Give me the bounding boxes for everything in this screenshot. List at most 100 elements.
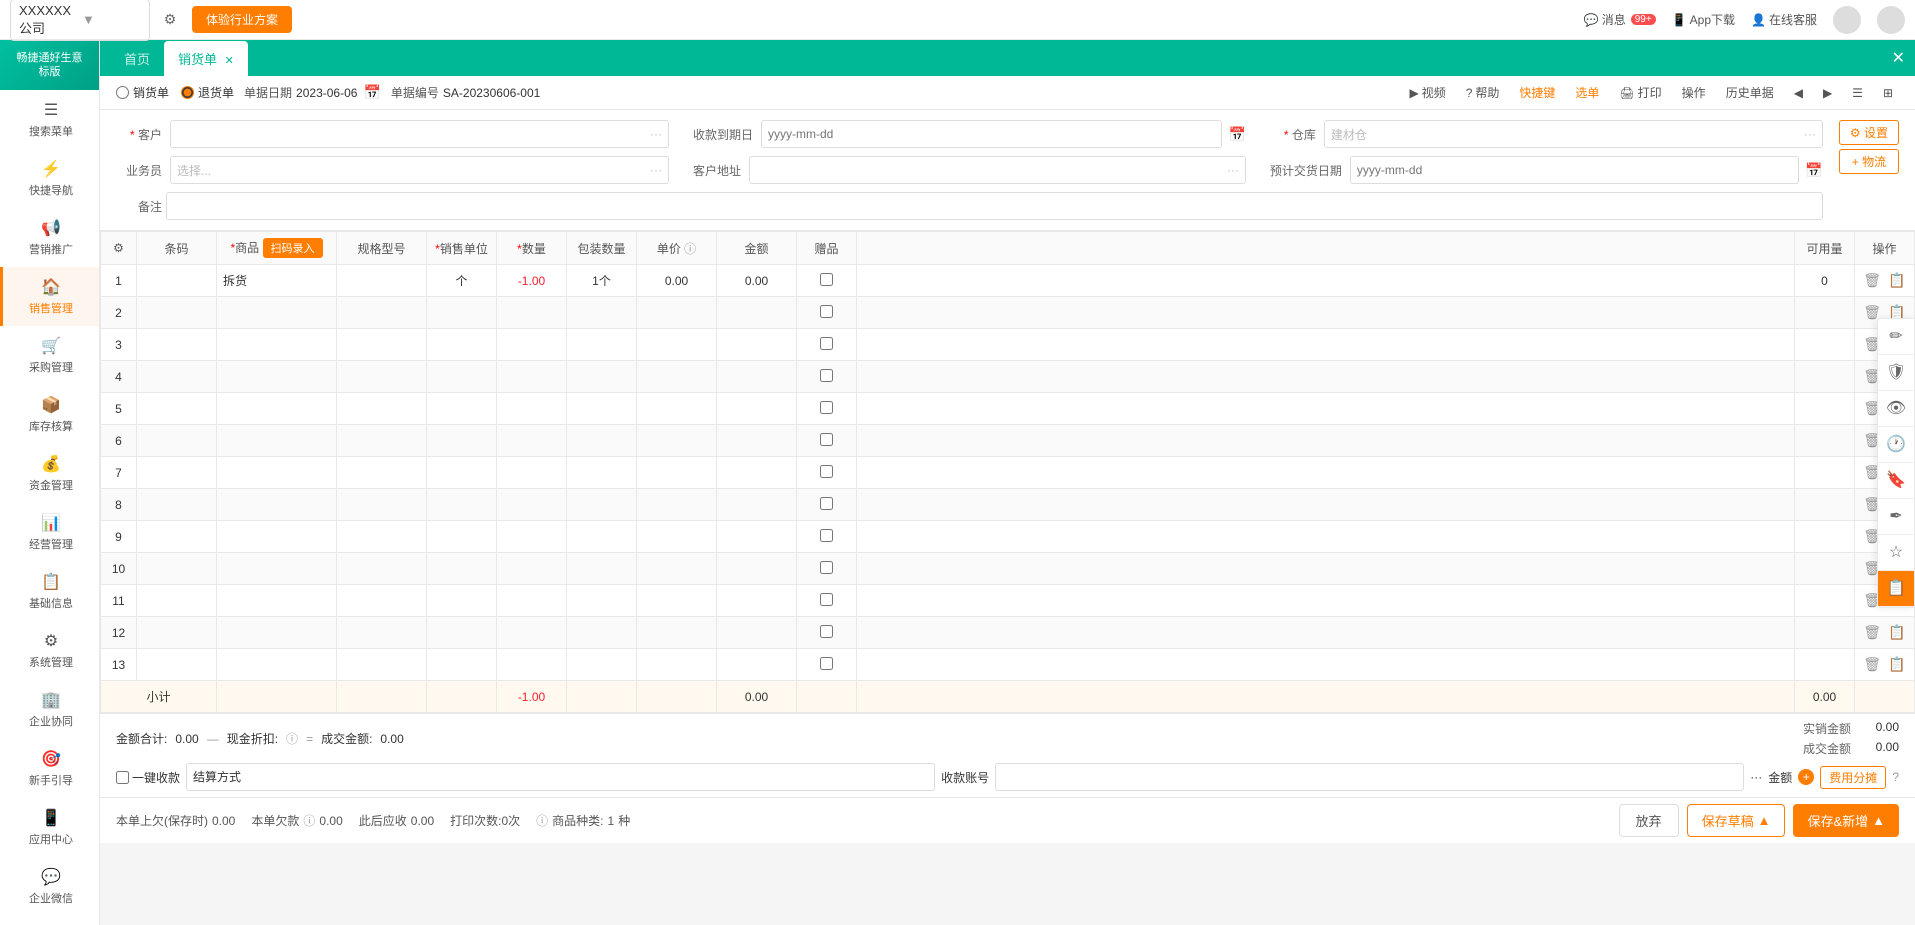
sidebar-item-quick-nav[interactable]: ⚡ 快捷导航 xyxy=(0,149,99,208)
expected-date-calendar-icon[interactable]: 📅 xyxy=(1805,162,1822,179)
row-op[interactable]: 🗑 📋 xyxy=(1855,617,1915,649)
row-barcode[interactable] xyxy=(137,265,217,297)
row-gift[interactable] xyxy=(797,649,857,681)
row-barcode[interactable] xyxy=(137,457,217,489)
help-btn[interactable]: ? 帮助 xyxy=(1460,82,1506,103)
radio-sales-input[interactable] xyxy=(116,86,129,99)
row-barcode[interactable] xyxy=(137,617,217,649)
row-delete-icon[interactable]: 🗑 xyxy=(1863,656,1881,672)
row-goods[interactable] xyxy=(217,489,337,521)
row-goods[interactable]: 拆货 xyxy=(217,265,337,297)
tab-close-icon[interactable]: ✕ xyxy=(225,55,234,67)
sidebar-item-marketing[interactable]: 📢 营销推广 xyxy=(0,208,99,267)
radio-return-input[interactable] xyxy=(181,86,194,99)
row-barcode[interactable] xyxy=(137,425,217,457)
row-spec[interactable] xyxy=(337,553,427,585)
save-new-btn[interactable]: 保存&新增 ▲ xyxy=(1793,804,1899,837)
row-spec[interactable] xyxy=(337,425,427,457)
row-spec[interactable] xyxy=(337,649,427,681)
sidebar-item-inventory[interactable]: 📦 库存核算 xyxy=(0,385,99,444)
goods-type-icon[interactable]: ⓘ xyxy=(536,812,548,829)
row-goods[interactable] xyxy=(217,393,337,425)
row-op[interactable]: 🗑 📋 xyxy=(1855,265,1915,297)
logistics-btn[interactable]: + 物流 xyxy=(1839,149,1899,174)
next-icon[interactable]: ▶ xyxy=(1817,84,1838,102)
row-gift[interactable] xyxy=(797,457,857,489)
row-goods[interactable] xyxy=(217,617,337,649)
sidebar-item-basic[interactable]: 📋 基础信息 xyxy=(0,562,99,621)
one-click-pay-checkbox[interactable] xyxy=(116,771,129,784)
sidebar-item-search[interactable]: ☰ 搜索菜单 xyxy=(0,90,99,149)
row-barcode[interactable] xyxy=(137,553,217,585)
video-btn[interactable]: ▶ 视频 xyxy=(1403,82,1451,103)
row-goods[interactable] xyxy=(217,649,337,681)
tab-close-all-icon[interactable]: ✕ xyxy=(1892,48,1905,68)
row-goods[interactable] xyxy=(217,361,337,393)
row-spec[interactable] xyxy=(337,297,427,329)
row-copy-icon[interactable]: 📋 xyxy=(1888,656,1905,672)
sidebar-item-wechat[interactable]: 💬 企业微信 xyxy=(0,857,99,916)
row-barcode[interactable] xyxy=(137,489,217,521)
operate-btn[interactable]: 操作 xyxy=(1676,82,1712,103)
row-spec[interactable] xyxy=(337,617,427,649)
row-spec[interactable] xyxy=(337,393,427,425)
trial-button[interactable]: 体验行业方案 xyxy=(192,6,292,33)
settings-btn[interactable]: ⚙ 设置 xyxy=(1839,120,1899,145)
row-spec[interactable] xyxy=(337,521,427,553)
row-goods[interactable] xyxy=(217,425,337,457)
sidebar-item-operations[interactable]: 📊 经营管理 xyxy=(0,503,99,562)
row-barcode[interactable] xyxy=(137,649,217,681)
remarks-input[interactable] xyxy=(166,192,1823,220)
print-btn[interactable]: 🖨 打印 xyxy=(1613,82,1667,103)
sidebar-item-finance[interactable]: 💰 资金管理 xyxy=(0,444,99,503)
float-edit-icon[interactable]: ✏ xyxy=(1878,319,1914,355)
float-orange-icon[interactable]: 📋 xyxy=(1878,571,1914,607)
tab-home[interactable]: 首页 xyxy=(110,41,164,76)
row-barcode[interactable] xyxy=(137,361,217,393)
row-barcode[interactable] xyxy=(137,329,217,361)
arrears-info-icon[interactable]: ⓘ xyxy=(303,812,315,829)
due-date-calendar-icon[interactable]: 📅 xyxy=(1228,126,1245,143)
grid-view-icon[interactable]: ⊞ xyxy=(1877,84,1899,102)
row-op[interactable]: 🗑 📋 xyxy=(1855,649,1915,681)
row-gift[interactable] xyxy=(797,425,857,457)
row-gift[interactable] xyxy=(797,265,857,297)
float-pencil-icon[interactable]: ✒ xyxy=(1878,499,1914,535)
fee-split-btn[interactable]: 费用分摊 xyxy=(1820,766,1886,789)
sidebar-item-sales[interactable]: 🏠 销售管理 xyxy=(0,267,99,326)
float-eye-icon[interactable]: 👁 xyxy=(1878,391,1914,427)
radio-sales[interactable]: 销货单 xyxy=(116,84,169,101)
row-goods[interactable] xyxy=(217,585,337,617)
row-barcode[interactable] xyxy=(137,297,217,329)
account-input[interactable] xyxy=(995,763,1744,791)
prev-icon[interactable]: ◀ xyxy=(1788,84,1809,102)
abandon-btn[interactable]: 放弃 xyxy=(1619,804,1679,837)
row-barcode[interactable] xyxy=(137,393,217,425)
row-barcode[interactable] xyxy=(137,585,217,617)
sidebar-item-apps[interactable]: 📱 应用中心 xyxy=(0,798,99,857)
row-spec[interactable] xyxy=(337,585,427,617)
app-download-btn[interactable]: 📱 App下载 xyxy=(1672,11,1735,28)
row-gift[interactable] xyxy=(797,297,857,329)
row-spec[interactable] xyxy=(337,265,427,297)
row-gift[interactable] xyxy=(797,361,857,393)
warehouse-input[interactable]: 建材仓 ··· xyxy=(1324,120,1823,148)
row-goods[interactable] xyxy=(217,329,337,361)
float-star-icon[interactable]: ☆ xyxy=(1878,535,1914,571)
fee-info-icon[interactable]: ? xyxy=(1892,770,1899,784)
sidebar-item-system[interactable]: ⚙ 系统管理 xyxy=(0,621,99,680)
sidebar-item-guide[interactable]: 🎯 新手引导 xyxy=(0,739,99,798)
row-gift[interactable] xyxy=(797,585,857,617)
row-goods[interactable] xyxy=(217,457,337,489)
radio-return[interactable]: 退货单 xyxy=(181,84,234,101)
row-spec[interactable] xyxy=(337,329,427,361)
online-service-btn[interactable]: 👤 在线客服 xyxy=(1751,11,1817,28)
shortcut-btn[interactable]: 快捷键 xyxy=(1513,82,1561,103)
row-goods[interactable] xyxy=(217,553,337,585)
row-delete-icon[interactable]: 🗑 xyxy=(1863,624,1881,640)
float-shield-icon[interactable]: 🛡 xyxy=(1878,355,1914,391)
expected-date-input[interactable] xyxy=(1350,156,1800,184)
discount-info-icon[interactable]: ⓘ xyxy=(286,730,298,747)
company-selector[interactable]: XXXXXX公司 ▼ xyxy=(10,0,150,41)
avatar2[interactable] xyxy=(1877,6,1905,34)
